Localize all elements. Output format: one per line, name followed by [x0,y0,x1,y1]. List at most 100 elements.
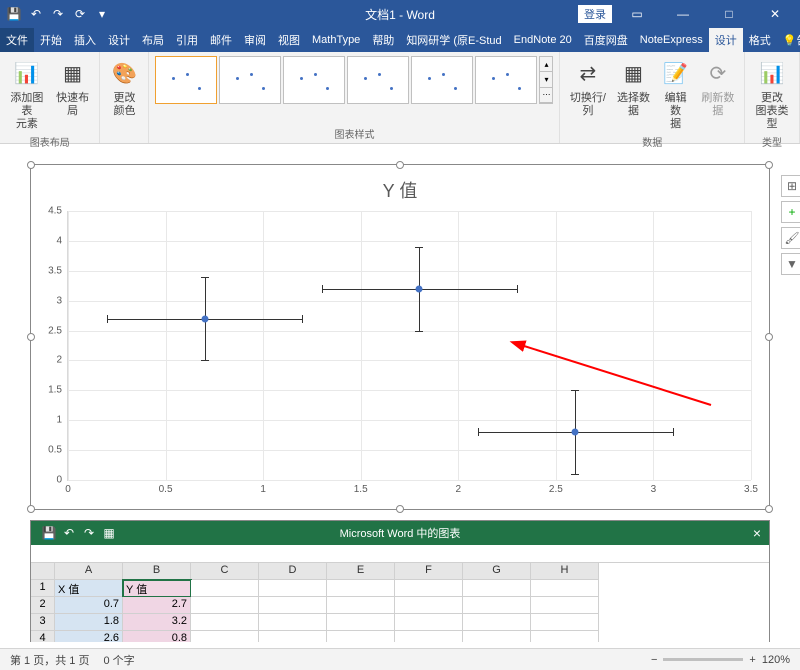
close-icon[interactable]: ✕ [754,0,796,28]
menu-mathtype[interactable]: MathType [306,28,366,52]
chart-filters-icon[interactable]: ▼ [781,253,800,275]
cell[interactable] [327,631,395,642]
change-chart-type-button[interactable]: 📊更改 图表类型 [751,56,793,134]
cell[interactable]: 1 [31,580,55,597]
resize-handle[interactable] [765,161,773,169]
cell[interactable] [531,580,599,597]
zoom-slider[interactable] [663,658,743,661]
cell[interactable] [463,631,531,642]
excel-save-icon[interactable]: 💾 [39,523,59,543]
document-area[interactable]: ⊞ + 🖌 ▼ Y 值 00.511.522.533.544.500.511.5… [0,144,800,642]
undo-icon[interactable]: ↶ [26,4,46,24]
cell[interactable] [531,614,599,631]
cell[interactable] [191,597,259,614]
menu-file[interactable]: 文件 [0,28,34,52]
cell[interactable] [327,597,395,614]
resize-handle[interactable] [27,505,35,513]
cell[interactable]: 2 [31,597,55,614]
excel-close-icon[interactable]: × [753,525,761,541]
cell[interactable]: B [123,563,191,580]
menu-chart-design[interactable]: 设计 [709,28,743,52]
resize-handle[interactable] [396,505,404,513]
cell[interactable]: X 值 [55,580,123,597]
cell[interactable] [327,580,395,597]
cell[interactable] [395,631,463,642]
cell[interactable]: E [327,563,395,580]
ribbon-options-icon[interactable]: ▭ [616,0,658,28]
menu-baidu[interactable]: 百度网盘 [578,28,634,52]
login-button[interactable]: 登录 [578,5,612,23]
change-colors-button[interactable]: 🎨更改 颜色 [106,56,142,120]
refresh-icon[interactable]: ⟳ [70,4,90,24]
chart-style-1[interactable] [155,56,217,104]
chart-style-gallery[interactable]: ▴▾⋯ [155,56,553,104]
resize-handle[interactable] [765,505,773,513]
menu-view[interactable]: 视图 [272,28,306,52]
cell[interactable] [463,614,531,631]
zoom-out-icon[interactable]: − [651,654,657,666]
menu-cnki[interactable]: 知网研学 (原E-Stud [400,28,507,52]
chart-plot-area[interactable]: 00.511.522.533.544.500.511.522.533.5 [67,211,751,481]
menu-mail[interactable]: 邮件 [204,28,238,52]
cell[interactable] [259,580,327,597]
refresh-data-button[interactable]: ⟳刷新数据 [698,56,738,120]
cell[interactable] [463,597,531,614]
chart-style-6[interactable] [475,56,537,104]
cell[interactable]: 2.6 [55,631,123,642]
cell[interactable] [191,580,259,597]
chart-elements-icon[interactable]: + [781,201,800,223]
cell[interactable] [259,614,327,631]
qat-dropdown-icon[interactable]: ▾ [92,4,112,24]
cell[interactable]: F [395,563,463,580]
menu-design[interactable]: 设计 [102,28,136,52]
cell[interactable] [259,597,327,614]
chart-style-2[interactable] [219,56,281,104]
menu-format[interactable]: 格式 [743,28,777,52]
resize-handle[interactable] [765,333,773,341]
cell[interactable]: 1.8 [55,614,123,631]
resize-handle[interactable] [27,333,35,341]
maximize-icon[interactable]: □ [708,0,750,28]
chart-style-5[interactable] [411,56,473,104]
cell[interactable] [531,597,599,614]
cell[interactable]: 2.7 [123,597,191,614]
cell[interactable] [327,614,395,631]
cell[interactable] [191,614,259,631]
chart-title[interactable]: Y 值 [39,177,761,203]
excel-edit-icon[interactable]: ▦ [99,523,119,543]
formula-bar[interactable] [31,545,769,563]
spreadsheet-grid[interactable]: ABCDEFGH1X 值Y 值20.72.731.83.242.60.85 [31,563,769,642]
cell[interactable]: C [191,563,259,580]
cell[interactable]: 3 [31,614,55,631]
chart-style-3[interactable] [283,56,345,104]
menu-help[interactable]: 帮助 [366,28,400,52]
edit-data-button[interactable]: 📝编辑数 据 [658,56,694,134]
cell[interactable] [395,597,463,614]
chart-style-4[interactable] [347,56,409,104]
menu-layout[interactable]: 布局 [136,28,170,52]
word-count[interactable]: 0 个字 [103,652,134,668]
cell[interactable] [31,563,55,580]
cell[interactable]: H [531,563,599,580]
chart-object[interactable]: ⊞ + 🖌 ▼ Y 值 00.511.522.533.544.500.511.5… [30,164,770,510]
cell[interactable]: 4 [31,631,55,642]
select-data-button[interactable]: ▦选择数据 [613,56,653,120]
excel-undo-icon[interactable]: ↶ [59,523,79,543]
cell[interactable] [463,580,531,597]
menu-noteexpress[interactable]: NoteExpress [634,28,709,52]
cell[interactable] [531,631,599,642]
resize-handle[interactable] [396,161,404,169]
cell[interactable]: A [55,563,123,580]
menu-review[interactable]: 审阅 [238,28,272,52]
redo-icon[interactable]: ↷ [48,4,68,24]
switch-row-col-button[interactable]: ⇄切换行/列 [566,56,609,120]
tell-me[interactable]: 💡 告诉我 [777,28,800,52]
menu-references[interactable]: 引用 [170,28,204,52]
layout-options-icon[interactable]: ⊞ [781,175,800,197]
cell[interactable]: 0.7 [55,597,123,614]
cell[interactable]: D [259,563,327,580]
excel-redo-icon[interactable]: ↷ [79,523,99,543]
cell[interactable]: 0.8 [123,631,191,642]
resize-handle[interactable] [27,161,35,169]
cell[interactable]: Y 值 [123,580,191,597]
